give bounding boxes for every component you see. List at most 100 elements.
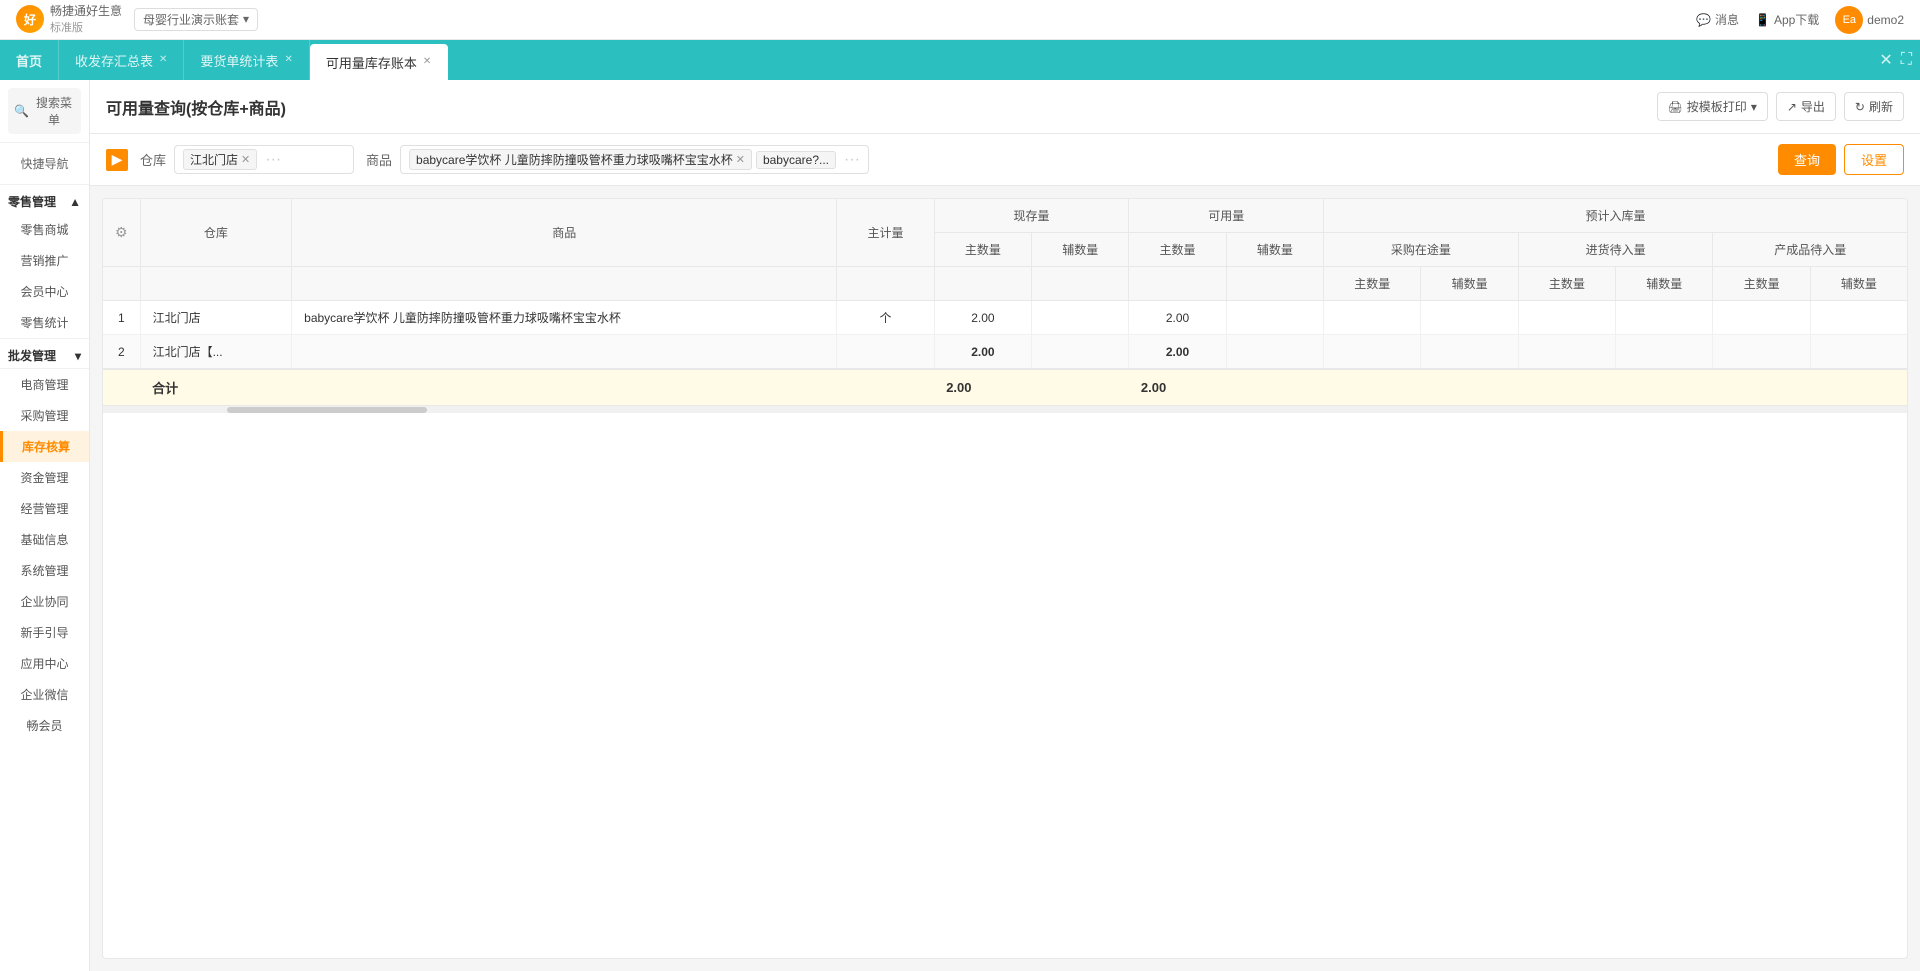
export-button[interactable]: ↗ 导出 — [1776, 92, 1836, 121]
td-inbound-aux-1 — [1616, 301, 1713, 335]
td-warehouse-2: 江北门店【... — [140, 335, 292, 370]
sidebar-section-retail: 零售管理 ▲ 零售商城 营销推广 会员中心 零售统计 — [0, 185, 89, 339]
tab-bar-right: ✕ ⛶ — [1879, 40, 1920, 80]
td-footer-label: 合计 — [140, 369, 934, 405]
td-avail-aux-2 — [1226, 335, 1323, 370]
sidebar-item-retail-mall[interactable]: 零售商城 — [0, 214, 89, 245]
export-icon: ↗ — [1787, 100, 1797, 114]
td-stock-main-2: 2.00 — [934, 335, 1031, 370]
message-label: 消息 — [1715, 11, 1739, 28]
sidebar-item-purchase[interactable]: 采购管理 — [0, 400, 89, 431]
sidebar: 🔍 搜索菜单 快捷导航 零售管理 ▲ 零售商城 营销推广 会员中心 零售统计 批… — [0, 80, 90, 971]
th-inbound-aux: 辅数量 — [1616, 267, 1713, 301]
refresh-button[interactable]: ↻ 刷新 — [1844, 92, 1904, 121]
search-icon: 🔍 — [14, 104, 29, 118]
sidebar-item-member-center[interactable]: 会员中心 — [0, 276, 89, 307]
sidebar-item-marketing[interactable]: 营销推广 — [0, 245, 89, 276]
message-icon: 💬 — [1696, 13, 1711, 27]
gear-icon: ⚙ — [115, 224, 128, 240]
tab-home[interactable]: 首页 — [0, 40, 59, 80]
logo-icon: 好 — [16, 5, 44, 33]
app-icon: 📱 — [1755, 13, 1770, 27]
tab-receipt-summary[interactable]: 收发存汇总表 ✕ — [59, 40, 184, 80]
table-footer-row: 合计 2.00 2.00 — [103, 369, 1907, 405]
sidebar-item-basics[interactable]: 基础信息 — [0, 524, 89, 555]
td-product-aux-1 — [1810, 301, 1907, 335]
td-footer-purchase-main — [1324, 369, 1421, 405]
app-download-button[interactable]: 📱 App下载 — [1755, 11, 1819, 28]
user-menu[interactable]: Ea demo2 — [1835, 6, 1904, 34]
td-inbound-main-1 — [1518, 301, 1615, 335]
th-avail-main: 主数量 — [1129, 233, 1226, 267]
sidebar-item-system[interactable]: 系统管理 — [0, 555, 89, 586]
tab-inventory-book-close[interactable]: ✕ — [423, 57, 431, 67]
close-all-tabs-icon[interactable]: ✕ — [1879, 50, 1892, 70]
page-title: 可用量查询(按仓库+商品) — [106, 95, 286, 119]
product-tag2: babycare?... — [756, 151, 836, 169]
sidebar-item-ecommerce[interactable]: 电商管理 — [0, 369, 89, 400]
tab-order-stat-close[interactable]: ✕ — [284, 55, 292, 65]
sidebar-item-inventory[interactable]: 库存核算 — [0, 431, 89, 462]
query-button[interactable]: 查询 — [1778, 144, 1836, 175]
print-icon: 🖨 — [1668, 100, 1683, 114]
th-avail-aux-sub — [1226, 267, 1323, 301]
th-stock-aux: 辅数量 — [1032, 233, 1129, 267]
sidebar-item-operations[interactable]: 经营管理 — [0, 493, 89, 524]
product-filter-input[interactable]: babycare学饮杯 儿童防摔防撞吸管杯重力球吸嘴杯宝宝水杯 ✕ babyca… — [400, 145, 869, 174]
filter-toggle-button[interactable]: ▶ — [106, 149, 128, 171]
search-menu-button[interactable]: 🔍 搜索菜单 — [8, 88, 81, 134]
expand-icon[interactable]: ⛶ — [1901, 51, 1912, 69]
tab-order-stat[interactable]: 要货单统计表 ✕ — [184, 40, 309, 80]
td-product-main-1 — [1713, 301, 1810, 335]
chevron-up-icon: ▲ — [69, 195, 81, 209]
print-template-button[interactable]: 🖨 按模板打印 ▾ — [1657, 92, 1768, 121]
tab-receipt-summary-close[interactable]: ✕ — [159, 55, 167, 65]
warehouse-filter-input[interactable]: 江北门店 ✕ ··· — [174, 145, 354, 174]
sidebar-item-app-center[interactable]: 应用中心 — [0, 648, 89, 679]
sidebar-section-wholesale-header[interactable]: 批发管理 ▾ — [0, 339, 89, 368]
sidebar-item-member[interactable]: 畅会员 — [0, 710, 89, 741]
industry-select[interactable]: 母婴行业演示账套 ▾ — [134, 8, 258, 31]
product-dots: ··· — [844, 151, 860, 169]
td-product-aux-2 — [1810, 335, 1907, 370]
td-product-main-2 — [1713, 335, 1810, 370]
th-settings[interactable]: ⚙ — [103, 199, 140, 267]
sidebar-item-newbie[interactable]: 新手引导 — [0, 617, 89, 648]
inventory-table: ⚙ 仓库 商品 主计量 现存量 — [103, 199, 1907, 405]
sidebar-item-enterprise[interactable]: 企业协同 — [0, 586, 89, 617]
th-stock-main-sub — [934, 267, 1031, 301]
td-product-2 — [292, 335, 837, 370]
warehouse-tag-close[interactable]: ✕ — [241, 153, 250, 166]
th-inbound-main: 主数量 — [1518, 267, 1615, 301]
content: 可用量查询(按仓库+商品) 🖨 按模板打印 ▾ ↗ 导出 ↻ 刷新 ▶ — [90, 80, 1920, 971]
th-product-aux: 辅数量 — [1810, 267, 1907, 301]
table-row: 1 江北门店 babycare学饮杯 儿童防摔防撞吸管杯重力球吸嘴杯宝宝水杯 个… — [103, 301, 1907, 335]
td-unit-2 — [837, 335, 934, 370]
tab-inventory-book[interactable]: 可用量库存账本 ✕ — [310, 44, 448, 80]
td-footer-purchase-aux — [1421, 369, 1518, 405]
logo-text: 畅捷通好生意 — [50, 4, 122, 18]
td-footer-avail-main: 2.00 — [1129, 369, 1226, 405]
tab-order-stat-label: 要货单统计表 — [200, 51, 278, 70]
td-purchase-aux-1 — [1421, 301, 1518, 335]
th-no — [103, 267, 140, 301]
td-footer-stock-aux — [1032, 369, 1129, 405]
warehouse-filter-label: 仓库 — [140, 150, 166, 169]
sidebar-item-quick-nav[interactable]: 快捷导航 — [0, 147, 89, 180]
sidebar-item-retail-stats[interactable]: 零售统计 — [0, 307, 89, 338]
td-footer-inbound-main — [1518, 369, 1615, 405]
message-button[interactable]: 💬 消息 — [1696, 11, 1739, 28]
th-planned-group: 预计入库量 — [1324, 199, 1907, 233]
industry-label: 母婴行业演示账套 — [143, 11, 239, 28]
settings-button[interactable]: 设置 — [1844, 144, 1904, 175]
td-footer-inbound-aux — [1616, 369, 1713, 405]
filter-actions: 查询 设置 — [1778, 144, 1904, 175]
td-no-1: 1 — [103, 301, 140, 335]
table-container: ⚙ 仓库 商品 主计量 现存量 — [102, 198, 1908, 959]
product-tag1-close[interactable]: ✕ — [736, 153, 745, 166]
sidebar-item-enterprise-wechat[interactable]: 企业微信 — [0, 679, 89, 710]
horizontal-scrollbar[interactable] — [103, 405, 1907, 413]
top-bar: 好 畅捷通好生意 标准版 母婴行业演示账套 ▾ 💬 消息 📱 App下载 Ea … — [0, 0, 1920, 40]
sidebar-section-retail-header[interactable]: 零售管理 ▲ — [0, 185, 89, 214]
sidebar-item-finance[interactable]: 资金管理 — [0, 462, 89, 493]
